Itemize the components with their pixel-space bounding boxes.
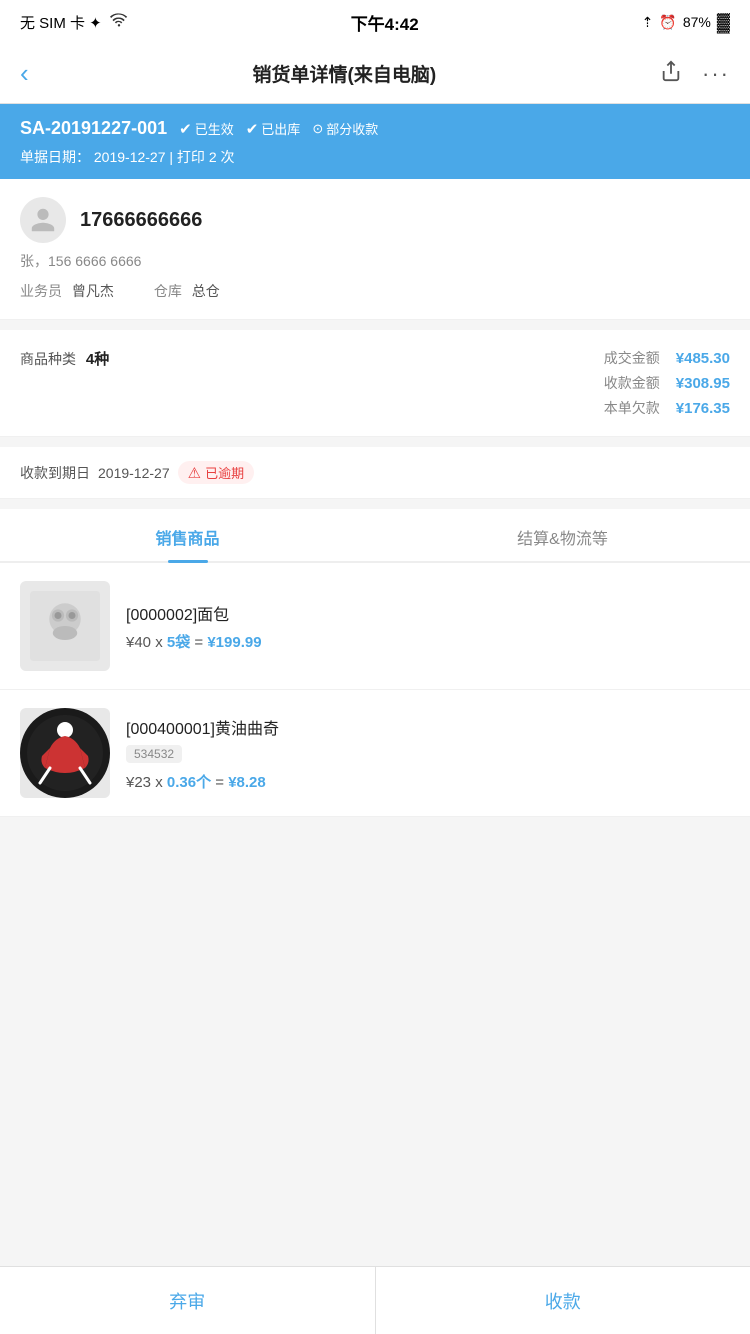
warning-icon: ⚠	[188, 464, 201, 482]
overdue-text: 已逾期	[205, 463, 244, 482]
due-date-row: 收款到期日 2019-12-27 ⚠ 已逾期	[0, 447, 750, 499]
stats-card: 商品种类 4种 成交金额 ¥485.30 收款金额 ¥308.95 本单欠款 ¥…	[0, 330, 750, 437]
debt-row: 本单欠款 ¥176.35	[604, 398, 730, 418]
product-types: 商品种类 4种	[20, 348, 109, 418]
share-icon[interactable]	[660, 60, 682, 88]
product-thumb-bread	[20, 581, 110, 671]
product-list: [0000002]面包 ¥40 x 5袋 = ¥199.99 [00040000	[0, 563, 750, 817]
customer-name: 17666666666	[80, 209, 202, 232]
product-name-bread: [0000002]面包	[126, 601, 730, 625]
status-right: ⇡ ⏰ 87% ▓	[642, 12, 730, 33]
amount-label: 成交金额	[604, 348, 660, 368]
customer-sub: 张，156 6666 6666	[20, 251, 730, 271]
overdue-badge: ⚠ 已逾期	[178, 461, 254, 484]
product-price-cookie: ¥23 x 0.36个 = ¥8.28	[126, 771, 730, 792]
battery-icon: ▓	[717, 12, 730, 33]
nav-bar: ‹ 销货单详情(来自电脑) ···	[0, 44, 750, 104]
page-title: 销货单详情(来自电脑)	[253, 60, 437, 87]
collect-payment-button[interactable]: 收款	[376, 1267, 750, 1334]
product-item: [0000002]面包 ¥40 x 5袋 = ¥199.99	[0, 563, 750, 690]
nav-icons: ···	[660, 60, 730, 88]
debt-value: ¥176.35	[676, 400, 730, 417]
bottom-bar: 弃审 收款	[0, 1266, 750, 1334]
order-id: SA-20191227-001	[20, 118, 167, 139]
order-header: SA-20191227-001 ✔ 已生效 ✔ 已出库 ⊙ 部分收款 单据日期：…	[0, 104, 750, 179]
clock-icon: ⊙	[312, 121, 323, 137]
sim-status: 无 SIM 卡 ✦	[20, 12, 102, 33]
product-qty-cookie: 0.36个	[167, 774, 211, 791]
warehouse-value: 总仓	[192, 283, 220, 299]
customer-meta: 业务员 曾凡杰 仓库 总仓	[20, 281, 730, 301]
tabs: 销售商品 结算&物流等	[0, 509, 750, 563]
avatar	[20, 197, 66, 243]
product-total-cookie: ¥8.28	[228, 774, 266, 791]
back-button[interactable]: ‹	[20, 58, 29, 89]
abandon-review-button[interactable]: 弃审	[0, 1267, 376, 1334]
badge-shipped: ✔ 已出库	[246, 119, 301, 138]
debt-label: 本单欠款	[604, 398, 660, 418]
check-icon: ✔	[179, 120, 192, 138]
product-info-bread: [0000002]面包 ¥40 x 5袋 = ¥199.99	[126, 601, 730, 652]
more-icon[interactable]: ···	[702, 61, 730, 87]
product-price-bread: ¥40 x 5袋 = ¥199.99	[126, 631, 730, 652]
product-name-cookie: [000400001]黄油曲奇	[126, 715, 730, 739]
warehouse-label: 仓库	[154, 283, 182, 299]
amount-value: ¥485.30	[676, 350, 730, 367]
received-row: 收款金额 ¥308.95	[604, 373, 730, 393]
amounts: 成交金额 ¥485.30 收款金额 ¥308.95 本单欠款 ¥176.35	[604, 348, 730, 418]
due-date-value: 2019-12-27	[98, 465, 170, 481]
received-label: 收款金额	[604, 373, 660, 393]
badge-active: ✔ 已生效	[179, 119, 234, 138]
badge-partial: ⊙ 部分收款	[312, 119, 378, 138]
amount-row: 成交金额 ¥485.30	[604, 348, 730, 368]
alarm-icon: ⏰	[659, 14, 676, 31]
product-info-cookie: [000400001]黄油曲奇 534532 ¥23 x 0.36个 = ¥8.…	[126, 715, 730, 792]
product-qty-bread: 5袋	[167, 634, 190, 651]
customer-card: 17666666666 张，156 6666 6666 业务员 曾凡杰 仓库 总…	[0, 179, 750, 320]
status-bar: 无 SIM 卡 ✦ 下午4:42 ⇡ ⏰ 87% ▓	[0, 0, 750, 44]
order-date: 单据日期： 2019-12-27 | 打印 2 次	[20, 147, 730, 167]
time-display: 下午4:42	[351, 10, 419, 35]
tab-settlement[interactable]: 结算&物流等	[375, 509, 750, 561]
check-icon2: ✔	[246, 120, 259, 138]
received-value: ¥308.95	[676, 375, 730, 392]
salesman-label: 业务员	[20, 283, 62, 299]
battery-percent: 87%	[683, 14, 711, 30]
product-thumb-cookie	[20, 708, 110, 798]
product-total-bread: ¥199.99	[207, 634, 261, 651]
product-item-2: [000400001]黄油曲奇 534532 ¥23 x 0.36个 = ¥8.…	[0, 690, 750, 817]
type-count: 4种	[86, 351, 109, 368]
salesman-value: 曾凡杰	[72, 283, 114, 299]
location-icon: ⇡	[642, 14, 654, 31]
status-left: 无 SIM 卡 ✦	[20, 12, 128, 33]
product-badge-cookie: 534532	[126, 745, 182, 763]
tab-sales-products[interactable]: 销售商品	[0, 509, 375, 561]
wifi-icon	[110, 13, 128, 31]
due-date-label: 收款到期日	[20, 463, 90, 483]
